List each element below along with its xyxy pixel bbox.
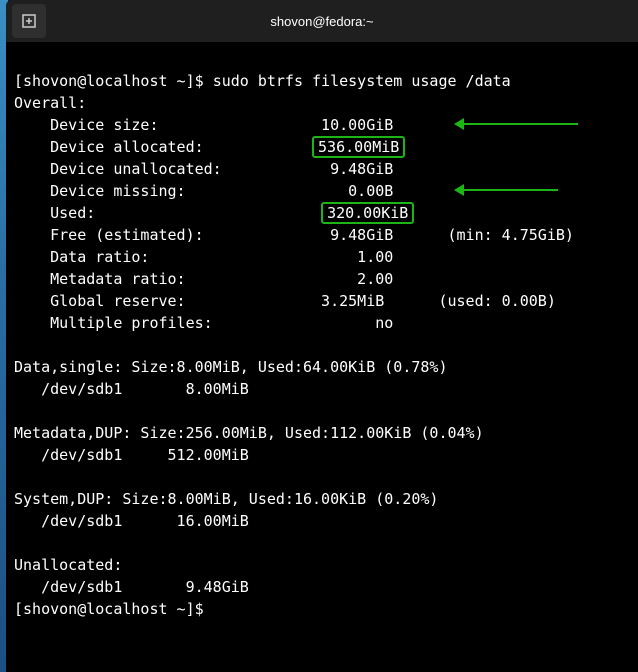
row-label: Global reserve: bbox=[14, 292, 186, 310]
row-val: 2.00 bbox=[186, 270, 394, 288]
row-val bbox=[204, 138, 312, 156]
section-unalloc: Unallocated: bbox=[14, 556, 122, 574]
section-data: Data,single: Size:8.00MiB, Used:64.00KiB… bbox=[14, 358, 447, 376]
row-label: Used: bbox=[14, 204, 95, 222]
terminal-output[interactable]: [shovon@localhost ~]$ sudo btrfs filesys… bbox=[6, 42, 638, 672]
row-label: Device allocated: bbox=[14, 138, 204, 156]
row-label: Metadata ratio: bbox=[14, 270, 186, 288]
row-label: Free (estimated): bbox=[14, 226, 204, 244]
annotation-arrow-icon bbox=[458, 123, 578, 125]
highlight-allocated: 536.00MiB bbox=[312, 136, 405, 158]
row-val: no bbox=[213, 314, 394, 332]
row-val: 3.25MiB (used: 0.00B) bbox=[186, 292, 556, 310]
row-label: Multiple profiles: bbox=[14, 314, 213, 332]
section-sys-dev: /dev/sdb1 16.00MiB bbox=[14, 512, 249, 530]
prompt: [shovon@localhost ~]$ bbox=[14, 72, 213, 90]
terminal-window: shovon@fedora:~ [shovon@localhost ~]$ su… bbox=[6, 0, 638, 672]
section-meta: Metadata,DUP: Size:256.00MiB, Used:112.0… bbox=[14, 424, 484, 442]
titlebar: shovon@fedora:~ bbox=[6, 0, 638, 42]
row-val: 10.00GiB bbox=[159, 116, 394, 134]
new-tab-button[interactable] bbox=[12, 4, 46, 38]
section-meta-dev: /dev/sdb1 512.00MiB bbox=[14, 446, 249, 464]
highlight-used: 320.00KiB bbox=[321, 202, 414, 224]
row-label: Device unallocated: bbox=[14, 160, 222, 178]
section-data-dev: /dev/sdb1 8.00MiB bbox=[14, 380, 249, 398]
new-tab-icon bbox=[21, 13, 37, 29]
annotation-arrow-icon bbox=[458, 189, 558, 191]
section-unalloc-dev: /dev/sdb1 9.48GiB bbox=[14, 578, 249, 596]
overall-header: Overall: bbox=[14, 94, 86, 112]
row-val: 0.00B bbox=[186, 182, 394, 200]
row-val: 9.48GiB bbox=[222, 160, 394, 178]
prompt: [shovon@localhost ~]$ bbox=[14, 600, 213, 618]
row-val bbox=[95, 204, 321, 222]
section-sys: System,DUP: Size:8.00MiB, Used:16.00KiB … bbox=[14, 490, 438, 508]
row-val: 1.00 bbox=[149, 248, 393, 266]
window-title: shovon@fedora:~ bbox=[46, 14, 598, 29]
row-label: Data ratio: bbox=[14, 248, 149, 266]
row-label: Device missing: bbox=[14, 182, 186, 200]
row-val: 9.48GiB (min: 4.75GiB) bbox=[204, 226, 574, 244]
command: sudo btrfs filesystem usage /data bbox=[213, 72, 511, 90]
row-label: Device size: bbox=[14, 116, 159, 134]
